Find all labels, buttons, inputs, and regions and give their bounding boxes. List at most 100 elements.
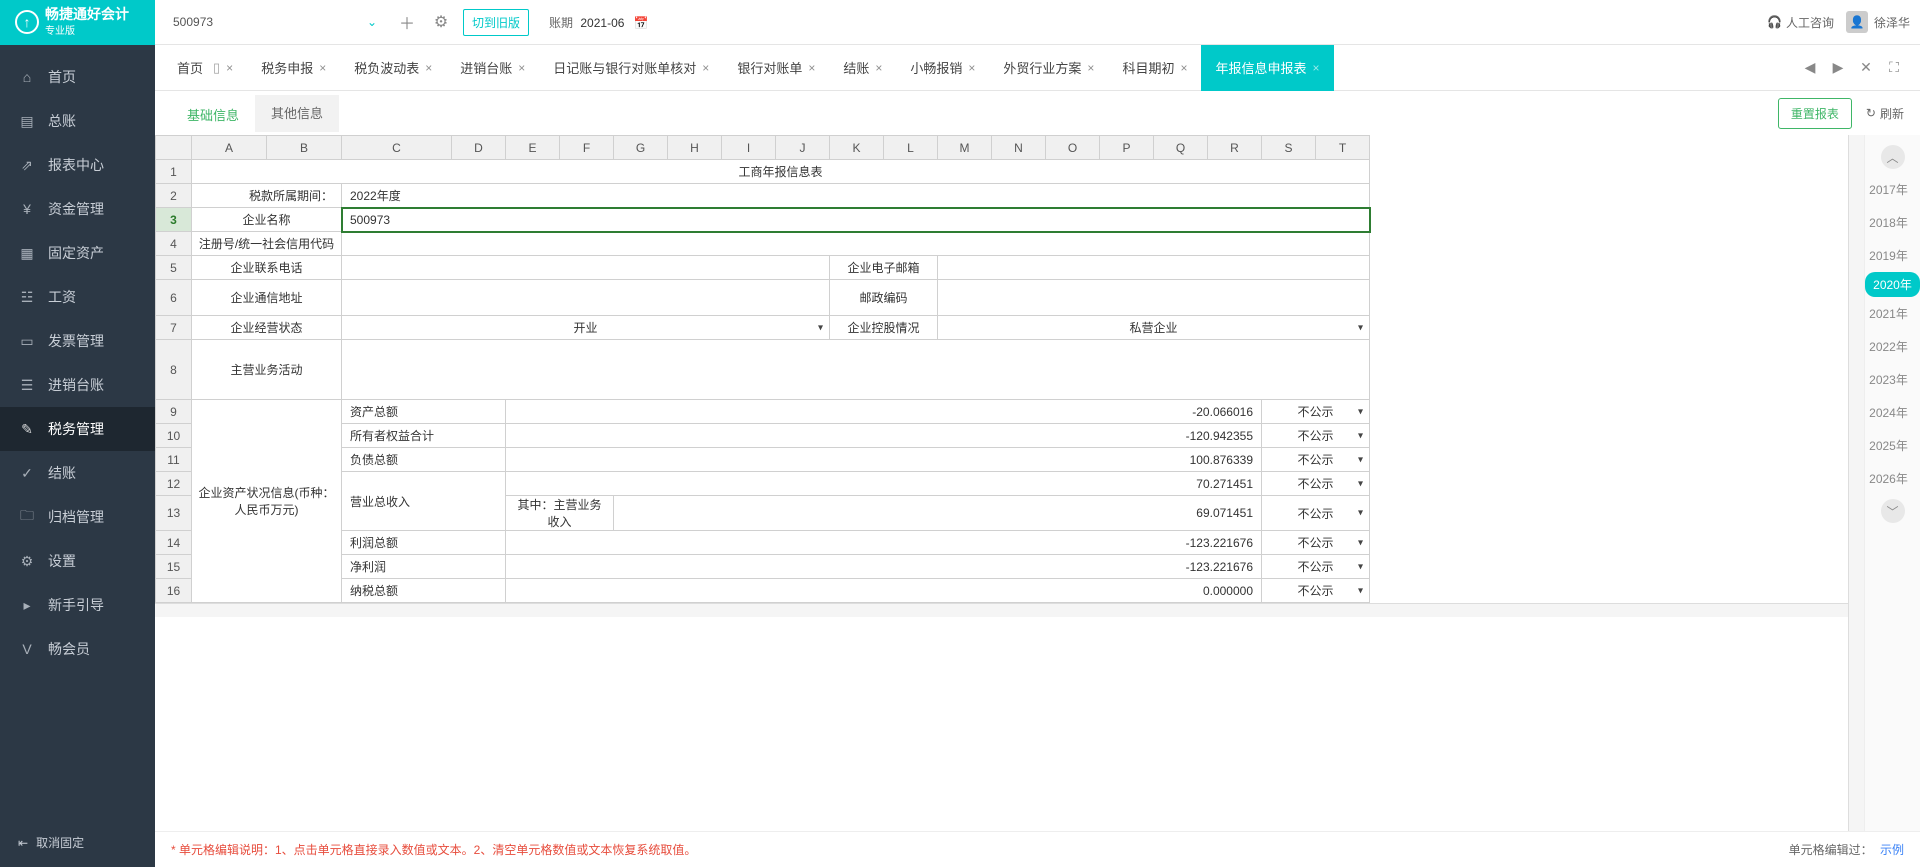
col-header-Q[interactable]: Q (1154, 136, 1208, 160)
row-header-3[interactable]: 3 (156, 208, 192, 232)
col-header-E[interactable]: E (506, 136, 560, 160)
row-value-15[interactable]: -123.221676 (506, 555, 1262, 579)
year-2025年[interactable]: 2025年 (1865, 429, 1920, 462)
sidebar-item-8[interactable]: ✎税务管理 (0, 407, 155, 451)
row-header-2[interactable]: 2 (156, 184, 192, 208)
sidebar-item-12[interactable]: ▸新手引导 (0, 583, 155, 627)
year-2022年[interactable]: 2022年 (1865, 330, 1920, 363)
year-2018年[interactable]: 2018年 (1865, 206, 1920, 239)
row-value-10[interactable]: -120.942355 (506, 424, 1262, 448)
row-header-6[interactable]: 6 (156, 280, 192, 316)
disclosure-select-14[interactable]: 不公示 (1262, 531, 1370, 555)
col-header-J[interactable]: J (776, 136, 830, 160)
row-header-11[interactable]: 11 (156, 448, 192, 472)
col-header-D[interactable]: D (452, 136, 506, 160)
r6-right-val[interactable] (938, 280, 1370, 316)
row-header-4[interactable]: 4 (156, 232, 192, 256)
sidebar-item-1[interactable]: ▤总账 (0, 99, 155, 143)
tab-6[interactable]: 结账× (829, 45, 896, 91)
disclosure-select-11[interactable]: 不公示 (1262, 448, 1370, 472)
switch-old-version-button[interactable]: 切到旧版 (463, 9, 529, 36)
tab-close-icon[interactable]: × (226, 61, 233, 75)
col-header-H[interactable]: H (668, 136, 722, 160)
row-header-1[interactable]: 1 (156, 160, 192, 184)
gear-icon[interactable]: ⚙ (429, 10, 453, 34)
calendar-icon[interactable]: 📅 (634, 16, 649, 30)
col-header-I[interactable]: I (722, 136, 776, 160)
tab-1[interactable]: 税务申报× (247, 45, 340, 91)
col-header-B[interactable]: B (267, 136, 342, 160)
year-2026年[interactable]: 2026年 (1865, 462, 1920, 495)
tab-8[interactable]: 外贸行业方案× (989, 45, 1108, 91)
row-header-15[interactable]: 15 (156, 555, 192, 579)
tab-close-icon[interactable]: × (1180, 61, 1187, 75)
col-header-M[interactable]: M (938, 136, 992, 160)
tabs-close-icon[interactable]: ✕ (1854, 56, 1878, 80)
col-header-T[interactable]: T (1316, 136, 1370, 160)
col-header-S[interactable]: S (1262, 136, 1316, 160)
tab-close-icon[interactable]: × (425, 61, 432, 75)
tabs-next-icon[interactable]: ▶ (1826, 56, 1850, 80)
year-up-icon[interactable]: ︿ (1881, 145, 1905, 169)
sheet-corner[interactable] (156, 136, 192, 160)
col-header-F[interactable]: F (560, 136, 614, 160)
year-down-icon[interactable]: ﹀ (1881, 499, 1905, 523)
disclosure-select-13[interactable]: 不公示 (1262, 496, 1370, 531)
col-header-R[interactable]: R (1208, 136, 1262, 160)
reset-report-button[interactable]: 重置报表 (1778, 98, 1852, 129)
sidebar-item-5[interactable]: ☳工资 (0, 275, 155, 319)
sidebar-item-0[interactable]: ⌂首页 (0, 55, 155, 99)
col-header-A[interactable]: A (192, 136, 267, 160)
tab-close-icon[interactable]: × (1087, 61, 1094, 75)
r4-value[interactable] (342, 232, 1370, 256)
user-menu[interactable]: 👤 徐泽华 (1846, 11, 1910, 33)
spreadsheet[interactable]: ABCDEFGHIJKLMNOPQRST 1工商年报信息表2税款所属期间：202… (155, 135, 1848, 831)
company-name-cell[interactable]: 500973 (342, 208, 1370, 232)
r5-left-val[interactable] (342, 256, 830, 280)
tab-4[interactable]: 日记账与银行对账单核对× (539, 45, 723, 91)
row-header-9[interactable]: 9 (156, 400, 192, 424)
row-header-16[interactable]: 16 (156, 579, 192, 603)
sidebar-item-7[interactable]: ☰进销台账 (0, 363, 155, 407)
row-value-14[interactable]: -123.221676 (506, 531, 1262, 555)
tab-close-icon[interactable]: × (968, 61, 975, 75)
tab-close-icon[interactable]: × (1312, 61, 1319, 75)
consult-link[interactable]: 🎧 人工咨询 (1767, 14, 1834, 31)
sidebar-item-6[interactable]: ▭发票管理 (0, 319, 155, 363)
add-icon[interactable]: ＋ (395, 10, 419, 34)
sidebar-unpin[interactable]: ⇤ 取消固定 (0, 818, 155, 867)
year-2021年[interactable]: 2021年 (1865, 297, 1920, 330)
tab-9[interactable]: 科目期初× (1108, 45, 1201, 91)
year-2024年[interactable]: 2024年 (1865, 396, 1920, 429)
tab-3[interactable]: 进销台账× (446, 45, 539, 91)
row-value-11[interactable]: 100.876339 (506, 448, 1262, 472)
row-header-12[interactable]: 12 (156, 472, 192, 496)
row-header-13[interactable]: 13 (156, 496, 192, 531)
sidebar-item-10[interactable]: 🗀归档管理 (0, 495, 155, 539)
sidebar-item-11[interactable]: ⚙设置 (0, 539, 155, 583)
row-header-8[interactable]: 8 (156, 340, 192, 400)
row-value-12[interactable]: 70.271451 (506, 472, 1262, 496)
subtab-other[interactable]: 其他信息 (255, 95, 339, 132)
subtab-basic[interactable]: 基础信息 (171, 95, 255, 132)
disclosure-select-15[interactable]: 不公示 (1262, 555, 1370, 579)
tab-5[interactable]: 银行对账单× (723, 45, 829, 91)
col-header-N[interactable]: N (992, 136, 1046, 160)
tab-close-icon[interactable]: × (875, 61, 882, 75)
sidebar-item-4[interactable]: ▦固定资产 (0, 231, 155, 275)
col-header-G[interactable]: G (614, 136, 668, 160)
year-2020年[interactable]: 2020年 (1865, 272, 1920, 297)
fullscreen-icon[interactable]: ⛶ (1882, 56, 1906, 80)
row-header-10[interactable]: 10 (156, 424, 192, 448)
tab-close-icon[interactable]: × (518, 61, 525, 75)
sidebar-item-2[interactable]: ⇗报表中心 (0, 143, 155, 187)
r8-value[interactable] (342, 340, 1370, 400)
refresh-button[interactable]: ↻ 刷新 (1866, 105, 1904, 122)
holding-type-select[interactable]: 私营企业 (938, 316, 1370, 340)
col-header-K[interactable]: K (830, 136, 884, 160)
col-header-L[interactable]: L (884, 136, 938, 160)
tab-close-icon[interactable]: × (702, 61, 709, 75)
year-2023年[interactable]: 2023年 (1865, 363, 1920, 396)
tab-close-icon[interactable]: × (319, 61, 326, 75)
row-value-9[interactable]: -20.066016 (506, 400, 1262, 424)
